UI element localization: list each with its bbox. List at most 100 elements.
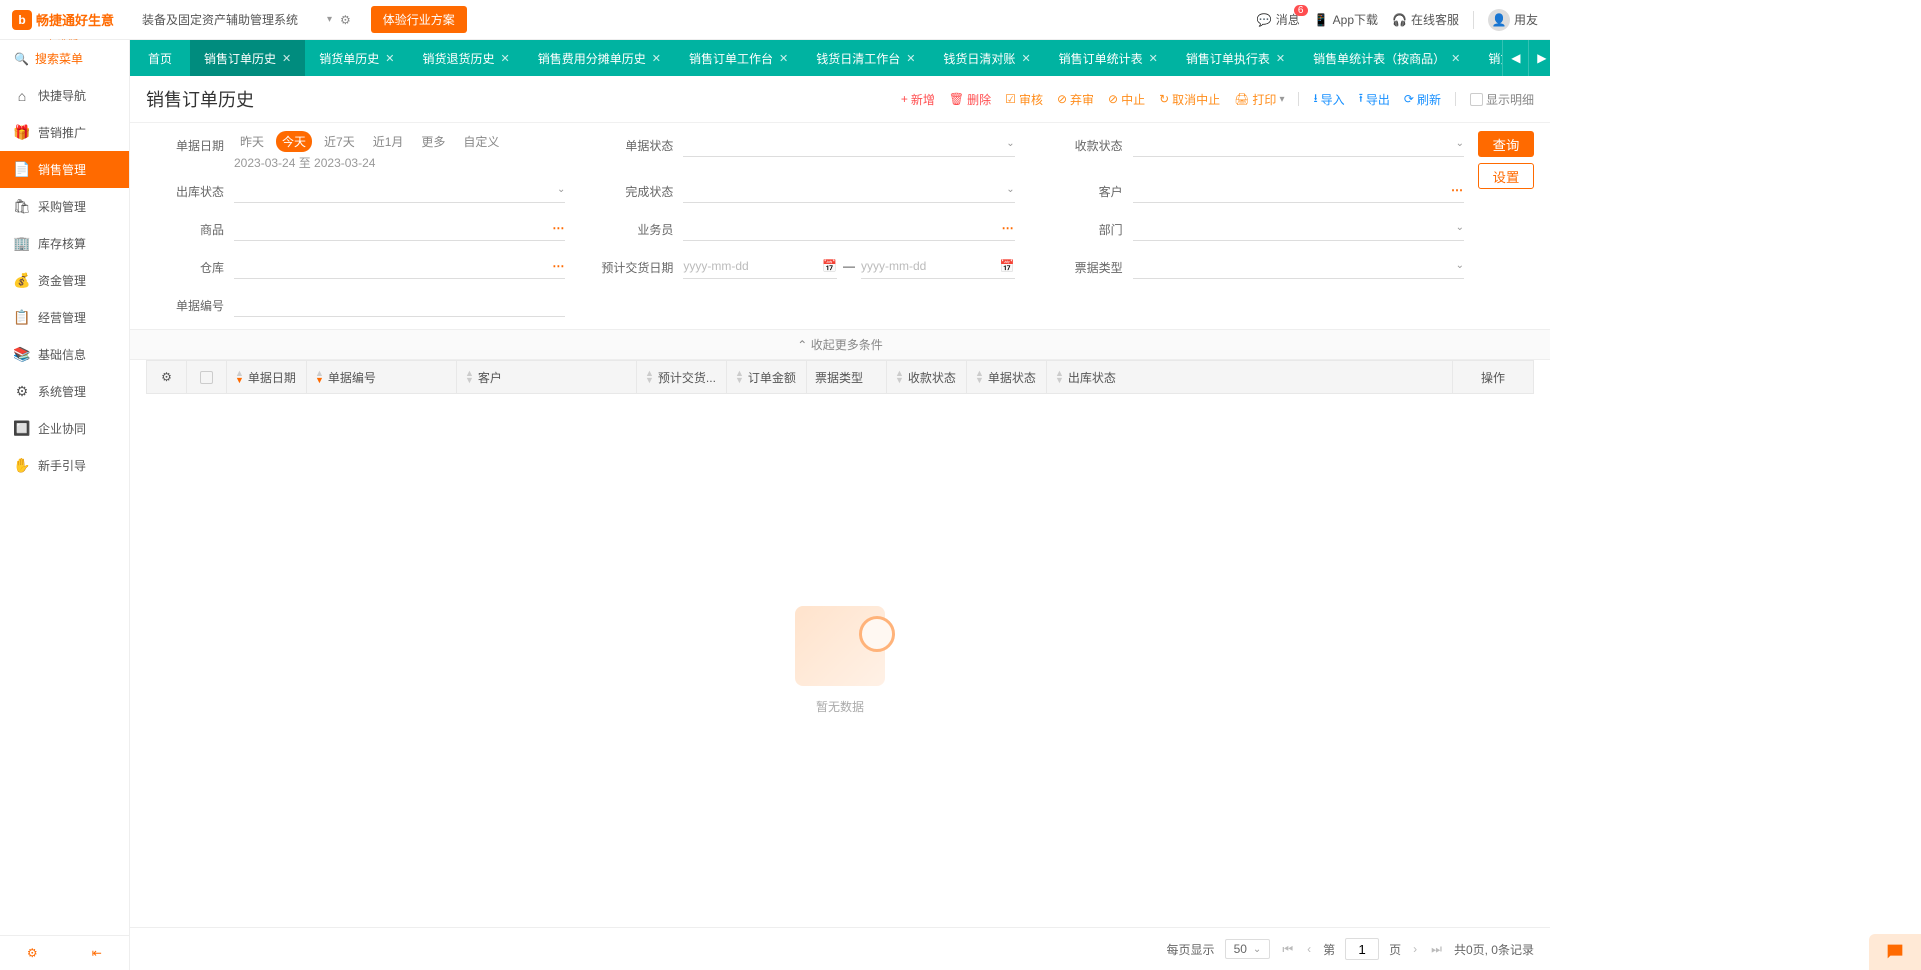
tab-item[interactable]: 钱货日清工作台✕ <box>802 40 929 76</box>
expect-date-from[interactable]: yyyy-mm-dd📅 <box>683 253 837 279</box>
import-button[interactable]: ⭳导入 <box>1313 89 1344 110</box>
th-customer[interactable]: ▲▼客户 <box>457 361 637 393</box>
doc-no-input[interactable] <box>234 291 565 317</box>
sidebar-item-marketing[interactable]: 🎁营销推广 <box>0 114 129 151</box>
pager-page-input[interactable] <box>1345 938 1379 960</box>
close-icon[interactable]: ✕ <box>385 52 394 65</box>
app-download-button[interactable]: 📱 App下载 <box>1314 11 1378 28</box>
close-icon[interactable]: ✕ <box>282 52 291 65</box>
th-settings[interactable]: ⚙ <box>147 361 187 393</box>
sidebar-item-operation[interactable]: 📋经营管理 <box>0 299 129 336</box>
date-chip-today[interactable]: 今天 <box>276 131 312 152</box>
warehouse-select[interactable]: ⋯ <box>234 253 565 279</box>
tabs-scroll-left[interactable]: ◀ <box>1502 40 1528 76</box>
tab-item[interactable]: 销售订单统计表✕ <box>1045 40 1172 76</box>
experience-button[interactable]: 体验行业方案 <box>371 6 467 33</box>
sidebar-item-quick-nav[interactable]: ⌂快捷导航 <box>0 77 129 114</box>
refresh-button[interactable]: ⟳刷新 <box>1404 91 1441 108</box>
complete-status-select[interactable]: ⌄ <box>683 177 1014 203</box>
date-chip-custom[interactable]: 自定义 <box>457 131 505 152</box>
sidebar-collapse-button[interactable]: ⇤ <box>65 936 130 970</box>
th-checkbox[interactable] <box>187 361 227 393</box>
th-receipt-status[interactable]: ▲▼收款状态 <box>887 361 967 393</box>
th-doc-date[interactable]: ▲▼单据日期 <box>227 361 307 393</box>
receipt-status-select[interactable]: ⌄ <box>1133 131 1464 157</box>
close-icon[interactable]: ✕ <box>779 52 788 65</box>
gear-icon: ⚙ <box>27 946 38 960</box>
pager-last[interactable]: ⏭ <box>1429 942 1444 957</box>
tabs-scroll-right[interactable]: ▶ <box>1528 40 1554 76</box>
sidebar-item-guide[interactable]: ✋新手引导 <box>0 447 129 484</box>
collapse-filters-button[interactable]: ⌃ 收起更多条件 <box>130 329 1550 360</box>
close-icon[interactable]: ✕ <box>501 52 510 65</box>
pager-next[interactable]: › <box>1411 942 1419 956</box>
tab-item[interactable]: 销售单统计表（按商品）✕ <box>1299 40 1474 76</box>
query-button[interactable]: 查询 <box>1478 131 1534 157</box>
out-status-select[interactable]: ⌄ <box>234 177 565 203</box>
messages-button[interactable]: 💬 消息 6 <box>1257 11 1300 28</box>
user-menu[interactable]: 👤 用友 <box>1488 9 1538 31</box>
online-service-button[interactable]: 🎧 在线客服 <box>1392 11 1459 28</box>
tab-item[interactable]: 销货单历史✕ <box>305 40 408 76</box>
settings-button[interactable]: 设置 <box>1478 163 1534 189</box>
sidebar-search[interactable]: 🔍 搜索菜单 <box>0 40 129 77</box>
th-out-status[interactable]: ▲▼出库状态 <box>1047 361 1453 393</box>
customer-select[interactable]: ⋯ <box>1133 177 1464 203</box>
close-icon[interactable]: ✕ <box>1021 52 1030 65</box>
sidebar-item-purchase[interactable]: 🛍采购管理 <box>0 188 129 225</box>
expect-date-to[interactable]: yyyy-mm-dd📅 <box>861 253 1015 279</box>
add-button[interactable]: +新增 <box>901 91 935 108</box>
stop-button[interactable]: ⊘中止 <box>1108 91 1145 108</box>
system-selector[interactable]: 装备及固定资产辅助管理系统 ▾ <box>142 11 332 28</box>
doc-status-select[interactable]: ⌄ <box>683 131 1014 157</box>
tab-sales-order-history[interactable]: 销售订单历史✕ <box>190 40 305 76</box>
gear-icon[interactable]: ⚙ <box>340 13 351 27</box>
print-button[interactable]: 🖨打印▾ <box>1234 91 1284 108</box>
tab-home[interactable]: 首页 <box>130 40 190 76</box>
pager-first[interactable]: ⏮ <box>1280 942 1295 957</box>
department-select[interactable]: ⌄ <box>1133 215 1464 241</box>
th-doc-no[interactable]: ▲▼单据编号 <box>307 361 457 393</box>
sidebar-item-collab[interactable]: 🔲企业协同 <box>0 410 129 447</box>
sidebar-settings-button[interactable]: ⚙ <box>0 936 65 970</box>
sidebar-item-system[interactable]: ⚙系统管理 <box>0 373 129 410</box>
audit-button[interactable]: ☑审核 <box>1005 91 1043 108</box>
unstop-button[interactable]: ↻取消中止 <box>1159 91 1220 108</box>
close-icon[interactable]: ✕ <box>1451 52 1460 65</box>
tab-item[interactable]: 销售订单工作台✕ <box>675 40 802 76</box>
abandon-button[interactable]: ⊘弃审 <box>1057 91 1094 108</box>
ticket-type-select[interactable]: ⌄ <box>1133 253 1464 279</box>
sidebar-item-inventory[interactable]: 🏢库存核算 <box>0 225 129 262</box>
warehouse-label: 仓库 <box>146 253 224 276</box>
tab-item[interactable]: 销货退货历史✕ <box>408 40 523 76</box>
tab-item[interactable]: 钱货日清对账✕ <box>929 40 1044 76</box>
salesman-select[interactable]: ⋯ <box>683 215 1014 241</box>
th-amount[interactable]: ▲▼订单金额 <box>727 361 807 393</box>
sidebar-item-sales[interactable]: 📄销售管理 <box>0 151 129 188</box>
th-doc-status[interactable]: ▲▼单据状态 <box>967 361 1047 393</box>
close-icon[interactable]: ✕ <box>1149 52 1158 65</box>
export-button[interactable]: ⭱导出 <box>1359 89 1390 110</box>
tabs-fullscreen[interactable]: ⛶ <box>1580 40 1606 76</box>
help-corner-button[interactable] <box>1869 934 1921 970</box>
th-expect-date[interactable]: ▲▼预计交货... <box>637 361 727 393</box>
sidebar-item-funds[interactable]: 💰资金管理 <box>0 262 129 299</box>
date-chip-7d[interactable]: 近7天 <box>318 131 361 152</box>
close-icon[interactable]: ✕ <box>1276 52 1285 65</box>
sidebar-item-basic[interactable]: 📚基础信息 <box>0 336 129 373</box>
pager-prev[interactable]: ‹ <box>1305 942 1313 956</box>
page-size-select[interactable]: 50⌄ <box>1225 939 1271 959</box>
show-detail-checkbox[interactable]: 显示明细 <box>1470 91 1534 108</box>
close-icon[interactable]: ✕ <box>652 52 661 65</box>
delete-button[interactable]: 🗑删除 <box>949 91 991 108</box>
tab-item[interactable]: 销售费用分摊单历史✕ <box>524 40 675 76</box>
tab-item[interactable]: 销货单统计 <box>1474 40 1502 76</box>
product-select[interactable]: ⋯ <box>234 215 565 241</box>
th-ticket-type[interactable]: 票据类型 <box>807 361 887 393</box>
date-chip-1m[interactable]: 近1月 <box>367 131 410 152</box>
tab-item[interactable]: 销售订单执行表✕ <box>1172 40 1299 76</box>
tabs-close-all[interactable]: ✕ <box>1554 40 1580 76</box>
date-chip-yesterday[interactable]: 昨天 <box>234 131 270 152</box>
close-icon[interactable]: ✕ <box>906 52 915 65</box>
date-chip-more[interactable]: 更多 <box>415 131 451 152</box>
